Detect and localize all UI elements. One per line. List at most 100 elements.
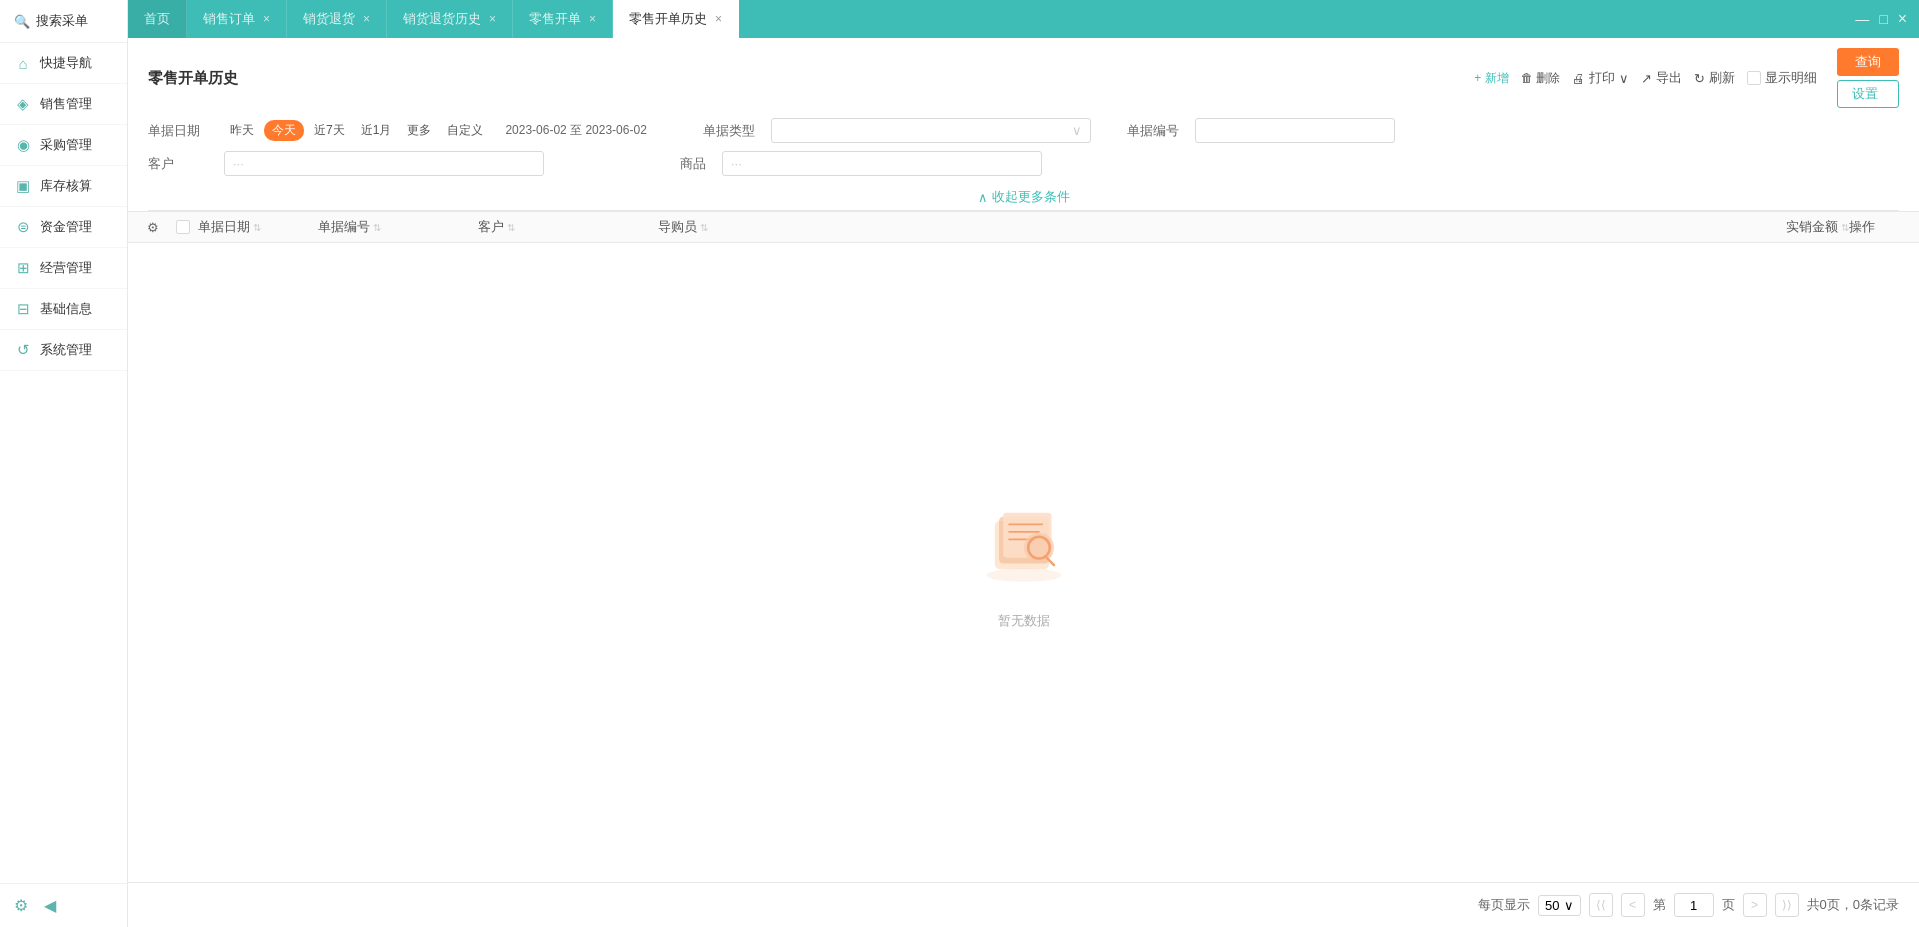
col-num[interactable]: 单据编号 ⇅	[318, 218, 478, 236]
svg-point-0	[986, 568, 1061, 581]
tab-retail-open-history[interactable]: 零售开单历史 ×	[613, 0, 739, 38]
window-close-btn[interactable]: ×	[1898, 10, 1907, 28]
query-button[interactable]: 查询	[1837, 48, 1899, 76]
prev-page-btn[interactable]: <	[1621, 893, 1645, 917]
display-label: 显示明细	[1765, 69, 1817, 87]
col-amount[interactable]: 实销金额 ⇅	[1729, 218, 1849, 236]
col-client[interactable]: 客户 ⇅	[478, 218, 658, 236]
tab-sales-return[interactable]: 销货退货 ×	[287, 0, 387, 38]
date-btn-7days[interactable]: 近7天	[308, 120, 351, 141]
col-guide-sort-icon: ⇅	[700, 222, 708, 233]
date-btn-more[interactable]: 更多	[401, 120, 437, 141]
tab-retail-open[interactable]: 零售开单 ×	[513, 0, 613, 38]
goods-filter-label: 商品	[680, 155, 706, 173]
sales-icon: ◈	[14, 95, 32, 113]
num-filter-input[interactable]	[1195, 118, 1395, 143]
settings-bottom-icon[interactable]: ⚙	[14, 896, 28, 915]
date-btn-1month[interactable]: 近1月	[355, 120, 398, 141]
next-page-btn[interactable]: >	[1743, 893, 1767, 917]
tab-sales-return-close[interactable]: ×	[363, 12, 370, 26]
date-btn-custom[interactable]: 自定义	[441, 120, 489, 141]
last-page-btn[interactable]: ⟩⟩	[1775, 893, 1799, 917]
date-buttons: 昨天 今天 近7天 近1月 更多 自定义	[224, 120, 489, 141]
col-action: 操作	[1849, 218, 1909, 236]
client-filter-input[interactable]: ···	[224, 151, 544, 176]
sidebar-item-label: 系统管理	[40, 341, 92, 359]
empty-text: 暂无数据	[998, 612, 1050, 630]
total-info: 共0页，0条记录	[1807, 896, 1899, 914]
tab-sales-return-history-close[interactable]: ×	[489, 12, 496, 26]
add-button[interactable]: + 新增	[1474, 70, 1508, 87]
window-minimize-btn[interactable]: —	[1855, 11, 1869, 27]
display-detail-toggle[interactable]: 显示明细	[1747, 69, 1817, 87]
col-num-label: 单据编号	[318, 218, 370, 236]
sidebar-item-purchase-mgmt[interactable]: ◉ 采购管理	[0, 125, 127, 166]
tab-sales-order-close[interactable]: ×	[263, 12, 270, 26]
col-action-label: 操作	[1849, 218, 1875, 236]
type-filter-select[interactable]: ∨	[771, 118, 1091, 143]
tab-sales-order[interactable]: 销售订单 ×	[187, 0, 287, 38]
client-dots: ···	[233, 156, 244, 171]
sidebar-search[interactable]: 🔍 搜索采单	[0, 0, 127, 43]
set-button[interactable]: 设置	[1837, 80, 1899, 108]
print-icon: 🖨	[1572, 71, 1585, 86]
main-area: 首页 销售订单 × 销货退货 × 销货退货历史 × 零售开单 × 零售开单历史 …	[128, 0, 1919, 927]
collapse-filter-btn[interactable]: ∧ 收起更多条件	[148, 184, 1899, 210]
col-amount-sort-icon: ⇅	[1841, 222, 1849, 233]
per-page-chevron: ∨	[1564, 898, 1574, 913]
col-client-sort-icon: ⇅	[507, 222, 515, 233]
operations-icon: ⊞	[14, 259, 32, 277]
export-button[interactable]: ↗ 导出	[1641, 69, 1682, 87]
refresh-button[interactable]: ↻ 刷新	[1694, 69, 1735, 87]
tab-retail-open-history-close[interactable]: ×	[715, 12, 722, 26]
sidebar-item-operations[interactable]: ⊞ 经营管理	[0, 248, 127, 289]
table-wrapper: ⚙ 单据日期 ⇅ 单据编号 ⇅ 客户 ⇅ 导购员 ⇅	[128, 212, 1919, 882]
sidebar-item-base-info[interactable]: ⊟ 基础信息	[0, 289, 127, 330]
sidebar-item-quick-nav[interactable]: ⌂ 快捷导航	[0, 43, 127, 84]
tab-retail-open-history-label: 零售开单历史	[629, 10, 707, 28]
table-settings-icon[interactable]: ⚙	[138, 220, 168, 235]
sidebar-item-label: 采购管理	[40, 136, 92, 154]
page-title: 零售开单历史	[148, 69, 238, 88]
sidebar: 🔍 搜索采单 ⌂ 快捷导航 ◈ 销售管理 ◉ 采购管理 ▣ 库存核算 ⊜ 资金管…	[0, 0, 128, 927]
select-all-checkbox[interactable]	[176, 220, 190, 234]
home-icon: ⌂	[14, 54, 32, 72]
sidebar-item-label: 资金管理	[40, 218, 92, 236]
page-input[interactable]	[1674, 893, 1714, 917]
display-checkbox[interactable]	[1747, 71, 1761, 85]
date-btn-yesterday[interactable]: 昨天	[224, 120, 260, 141]
first-page-btn[interactable]: ⟨⟨	[1589, 893, 1613, 917]
col-amount-label: 实销金额	[1786, 218, 1838, 236]
col-date[interactable]: 单据日期 ⇅	[198, 218, 318, 236]
table-checkbox-all[interactable]	[168, 220, 198, 234]
empty-state: 暂无数据	[128, 243, 1919, 882]
per-page-label: 每页显示	[1478, 896, 1530, 914]
per-page-select[interactable]: 50 ∨	[1538, 895, 1580, 916]
print-button[interactable]: 🖨 打印 ∨	[1572, 69, 1629, 87]
sidebar-item-sys-mgmt[interactable]: ↺ 系统管理	[0, 330, 127, 371]
tab-home[interactable]: 首页	[128, 0, 187, 38]
per-page-value: 50	[1545, 898, 1559, 913]
collapse-label: 收起更多条件	[992, 188, 1070, 206]
col-num-sort-icon: ⇅	[373, 222, 381, 233]
sidebar-item-sales-mgmt[interactable]: ◈ 销售管理	[0, 84, 127, 125]
col-guide[interactable]: 导购员 ⇅	[658, 218, 1729, 236]
window-maximize-btn[interactable]: □	[1879, 11, 1887, 27]
tab-sales-return-history[interactable]: 销货退货历史 ×	[387, 0, 513, 38]
sidebar-item-label: 经营管理	[40, 259, 92, 277]
tab-home-label: 首页	[144, 10, 170, 28]
sidebar-item-finance[interactable]: ⊜ 资金管理	[0, 207, 127, 248]
tab-retail-open-label: 零售开单	[529, 10, 581, 28]
delete-button[interactable]: 🗑 删除	[1521, 70, 1560, 87]
collapse-sidebar-icon[interactable]: ◀	[44, 896, 56, 915]
sidebar-item-label: 库存核算	[40, 177, 92, 195]
goods-filter-input[interactable]: ···	[722, 151, 1042, 176]
tab-retail-open-close[interactable]: ×	[589, 12, 596, 26]
finance-icon: ⊜	[14, 218, 32, 236]
page-suffix: 页	[1722, 896, 1735, 914]
tab-sales-order-label: 销售订单	[203, 10, 255, 28]
num-filter-label: 单据编号	[1127, 122, 1179, 140]
date-btn-today[interactable]: 今天	[264, 120, 304, 141]
page-label: 第	[1653, 896, 1666, 914]
sidebar-item-inventory[interactable]: ▣ 库存核算	[0, 166, 127, 207]
